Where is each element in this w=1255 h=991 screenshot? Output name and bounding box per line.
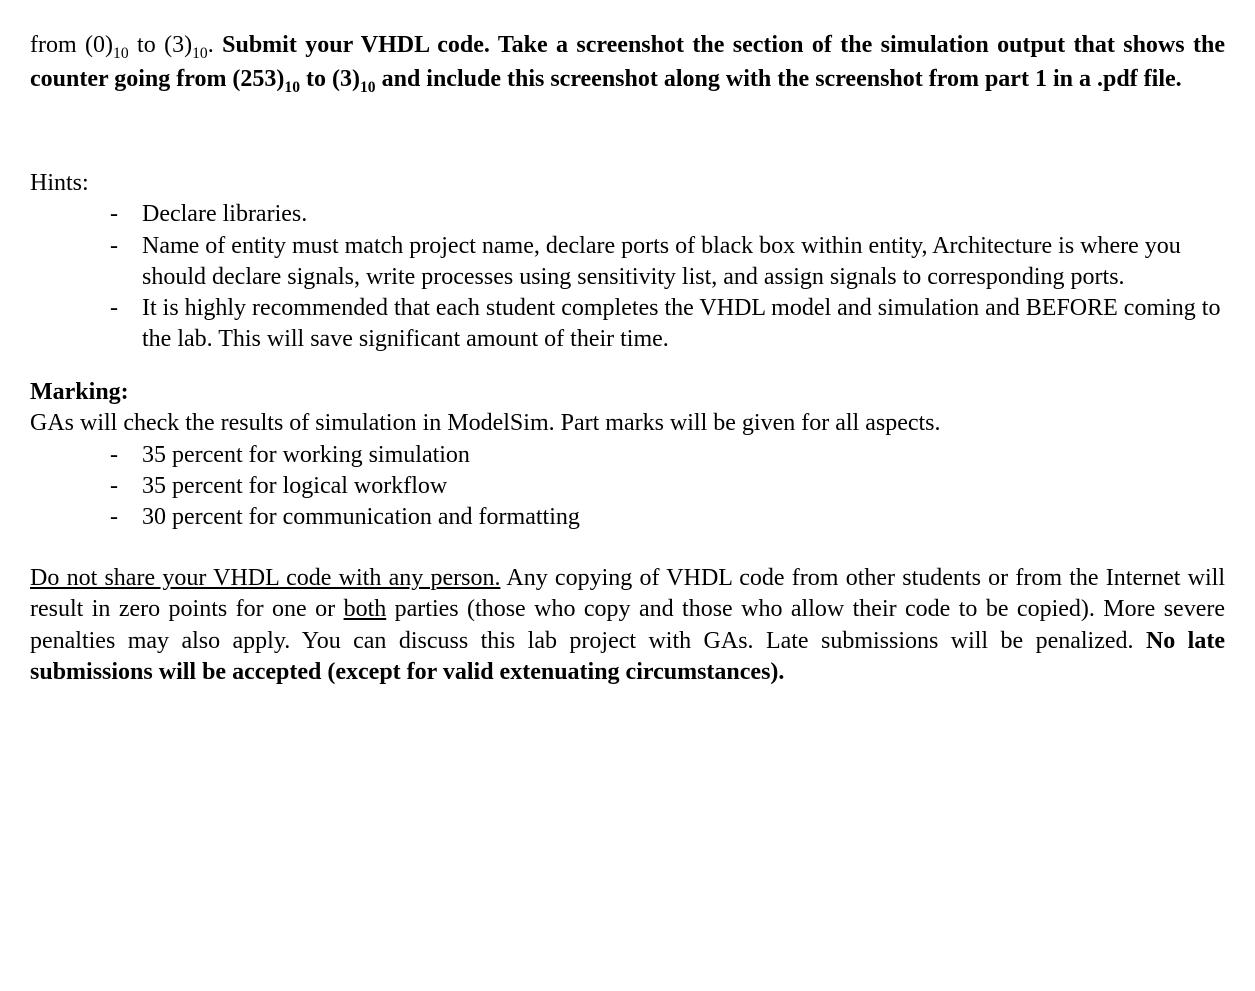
intro-bold-mid: to (3) (300, 66, 360, 92)
list-item: 30 percent for communication and formatt… (110, 502, 1225, 533)
intro-from: from (0) (30, 32, 113, 58)
intro-sub2: 10 (192, 45, 208, 62)
policy-underline-2: both (344, 596, 387, 622)
list-item: Declare libraries. (110, 199, 1225, 230)
intro-bold-tail: and include this screenshot along with t… (376, 66, 1182, 92)
marking-list: 35 percent for working simulation 35 per… (30, 440, 1225, 534)
intro-paragraph: from (0)10 to (3)10. Submit your VHDL co… (30, 30, 1225, 98)
intro-bold-sub1: 10 (284, 79, 300, 96)
list-item: Name of entity must match project name, … (110, 231, 1225, 293)
marking-heading: Marking: (30, 377, 1225, 408)
policy-paragraph: Do not share your VHDL code with any per… (30, 563, 1225, 688)
list-item: 35 percent for logical workflow (110, 471, 1225, 502)
list-item: 35 percent for working simulation (110, 440, 1225, 471)
hints-label: Hints: (30, 168, 1225, 199)
hints-section: Hints: Declare libraries. Name of entity… (30, 168, 1225, 355)
marking-section: Marking: GAs will check the results of s… (30, 377, 1225, 533)
hints-list: Declare libraries. Name of entity must m… (30, 199, 1225, 355)
intro-sub1: 10 (113, 45, 129, 62)
intro-bold-sub2: 10 (360, 79, 376, 96)
policy-underline-1: Do not share your VHDL code with any per… (30, 565, 500, 591)
intro-to: to (3) (129, 32, 192, 58)
list-item: It is highly recommended that each stude… (110, 293, 1225, 355)
marking-intro: GAs will check the results of simulation… (30, 408, 1225, 439)
intro-period: . (208, 32, 222, 58)
